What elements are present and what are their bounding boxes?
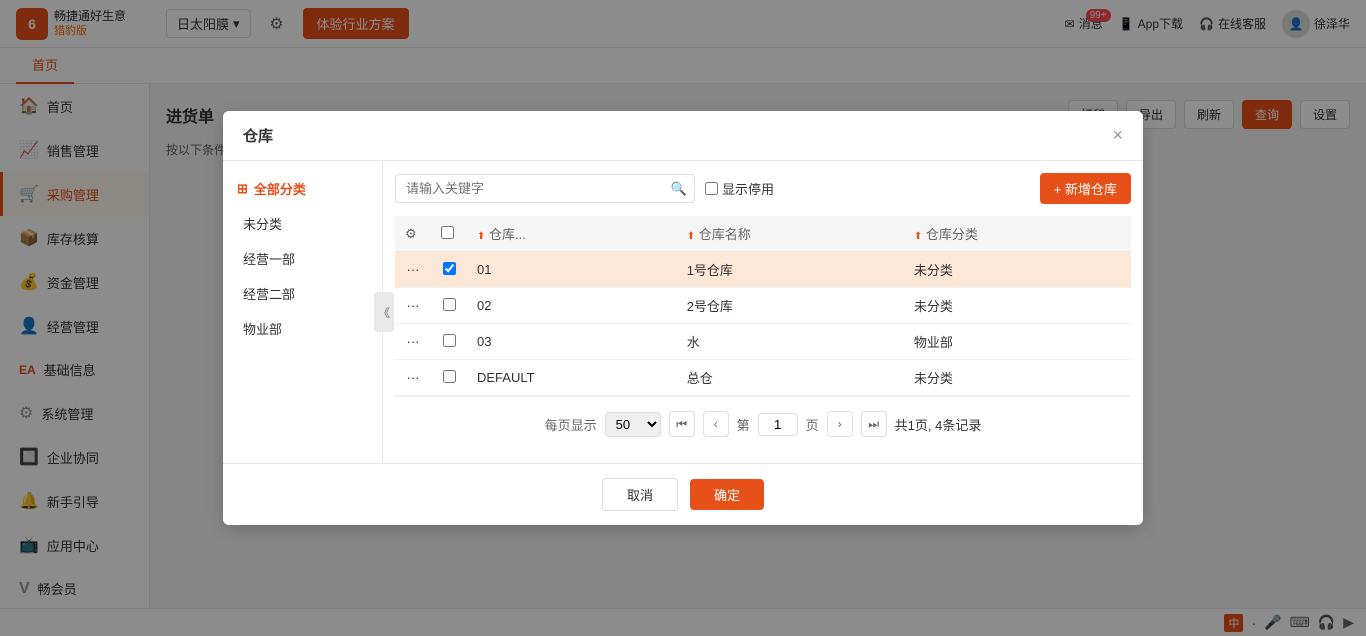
sort-icon-2: ⬆ (687, 231, 695, 242)
modal-footer: 取消 确定 (223, 463, 1143, 525)
category-item-dept2[interactable]: 经营二部 (223, 276, 382, 311)
page-unit-label: 页 (806, 415, 819, 434)
cat-label-dept1: 经营一部 (243, 252, 295, 267)
row-more-icon: ··· (407, 262, 420, 277)
row-category: 物业部 (904, 324, 1131, 360)
row-code: 02 (467, 288, 677, 324)
table-container: ⚙ ⬆ 仓库... ⬆ (395, 216, 1131, 396)
row-category: 未分类 (904, 252, 1131, 288)
cancel-button[interactable]: 取消 (602, 478, 678, 511)
row-name: 2号仓库 (677, 288, 904, 324)
page-input[interactable] (758, 413, 798, 436)
row-category: 未分类 (904, 360, 1131, 396)
all-categories-button[interactable]: ⊞ 全部分类 (223, 171, 382, 206)
confirm-button[interactable]: 确定 (690, 479, 764, 510)
cat-label-uncategorized: 未分类 (243, 217, 282, 232)
sort-icon: ⬆ (477, 231, 485, 242)
category-item-property[interactable]: 物业部 (223, 311, 382, 346)
col-header-name: ⬆ 仓库名称 (677, 216, 904, 252)
modal-overlay: 仓库 × ⊞ 全部分类 未分类 经营一部 经营二部 (0, 0, 1366, 636)
cat-label-property: 物业部 (243, 322, 282, 337)
row-checkbox[interactable] (443, 298, 456, 311)
select-all-checkbox[interactable] (441, 226, 454, 239)
category-item-dept1[interactable]: 经营一部 (223, 241, 382, 276)
category-collapse-button[interactable]: 《 (374, 292, 394, 332)
table-row[interactable]: ··· 01 1号仓库 未分类 (395, 252, 1131, 288)
search-input[interactable] (395, 174, 695, 203)
category-sidebar: ⊞ 全部分类 未分类 经营一部 经营二部 物业部 《 (223, 161, 383, 463)
row-checkbox-cell[interactable] (431, 288, 467, 324)
grid-icon: ⊞ (237, 181, 248, 197)
gear-icon: ⚙ (405, 226, 417, 241)
col-header-check (431, 216, 467, 252)
row-name: 1号仓库 (677, 252, 904, 288)
modal-body: ⊞ 全部分类 未分类 经营一部 经营二部 物业部 《 (223, 161, 1143, 463)
row-actions[interactable]: ··· (395, 324, 431, 360)
collapse-icon: 《 (378, 304, 390, 321)
warehouse-modal: 仓库 × ⊞ 全部分类 未分类 经营一部 经营二部 (223, 111, 1143, 525)
search-input-wrap: 🔍 (395, 174, 695, 203)
add-warehouse-button[interactable]: + 新增仓库 (1040, 173, 1131, 204)
table-area: 🔍 显示停用 + 新增仓库 ⚙ (383, 161, 1143, 463)
row-code: 03 (467, 324, 677, 360)
col-header-code: ⬆ 仓库... (467, 216, 677, 252)
prev-page-button[interactable]: ‹ (703, 411, 729, 437)
row-actions[interactable]: ··· (395, 288, 431, 324)
row-actions[interactable]: ··· (395, 252, 431, 288)
table-row[interactable]: ··· 02 2号仓库 未分类 (395, 288, 1131, 324)
row-checkbox-cell[interactable] (431, 252, 467, 288)
row-more-icon: ··· (407, 298, 420, 313)
row-checkbox-cell[interactable] (431, 360, 467, 396)
total-info: 共1页, 4条记录 (895, 415, 982, 434)
row-more-icon: ··· (407, 370, 420, 385)
row-category: 未分类 (904, 288, 1131, 324)
modal-close-button[interactable]: × (1112, 125, 1123, 146)
show-disabled-checkbox[interactable] (705, 182, 718, 195)
col-header-category: ⬆ 仓库分类 (904, 216, 1131, 252)
modal-title: 仓库 (243, 125, 273, 146)
page-text-label: 第 (737, 415, 750, 434)
row-actions[interactable]: ··· (395, 360, 431, 396)
row-more-icon: ··· (407, 334, 420, 349)
row-code: DEFAULT (467, 360, 677, 396)
all-categories-label: 全部分类 (254, 179, 306, 198)
row-name: 水 (677, 324, 904, 360)
search-icon[interactable]: 🔍 (671, 181, 687, 197)
sort-icon-3: ⬆ (914, 231, 922, 242)
next-page-button[interactable]: › (827, 411, 853, 437)
col-header-gear: ⚙ (395, 216, 431, 252)
row-checkbox[interactable] (443, 262, 456, 275)
pagination: 每页显示 50 100 200 ⏮ ‹ 第 页 › ⏭ 共1页, 4条记录 (395, 396, 1131, 451)
row-name: 总仓 (677, 360, 904, 396)
table-row[interactable]: ··· DEFAULT 总仓 未分类 (395, 360, 1131, 396)
last-page-button[interactable]: ⏭ (861, 411, 887, 437)
row-code: 01 (467, 252, 677, 288)
row-checkbox-cell[interactable] (431, 324, 467, 360)
table-row[interactable]: ··· 03 水 物业部 (395, 324, 1131, 360)
per-page-select[interactable]: 50 100 200 (605, 412, 661, 437)
category-item-uncategorized[interactable]: 未分类 (223, 206, 382, 241)
row-checkbox[interactable] (443, 334, 456, 347)
modal-header: 仓库 × (223, 111, 1143, 161)
table-toolbar: 🔍 显示停用 + 新增仓库 (395, 173, 1131, 204)
per-page-label: 每页显示 (545, 415, 597, 434)
warehouse-table: ⚙ ⬆ 仓库... ⬆ (395, 216, 1131, 396)
row-checkbox[interactable] (443, 370, 456, 383)
first-page-button[interactable]: ⏮ (669, 411, 695, 437)
show-disabled-label[interactable]: 显示停用 (705, 179, 774, 198)
cat-label-dept2: 经营二部 (243, 287, 295, 302)
